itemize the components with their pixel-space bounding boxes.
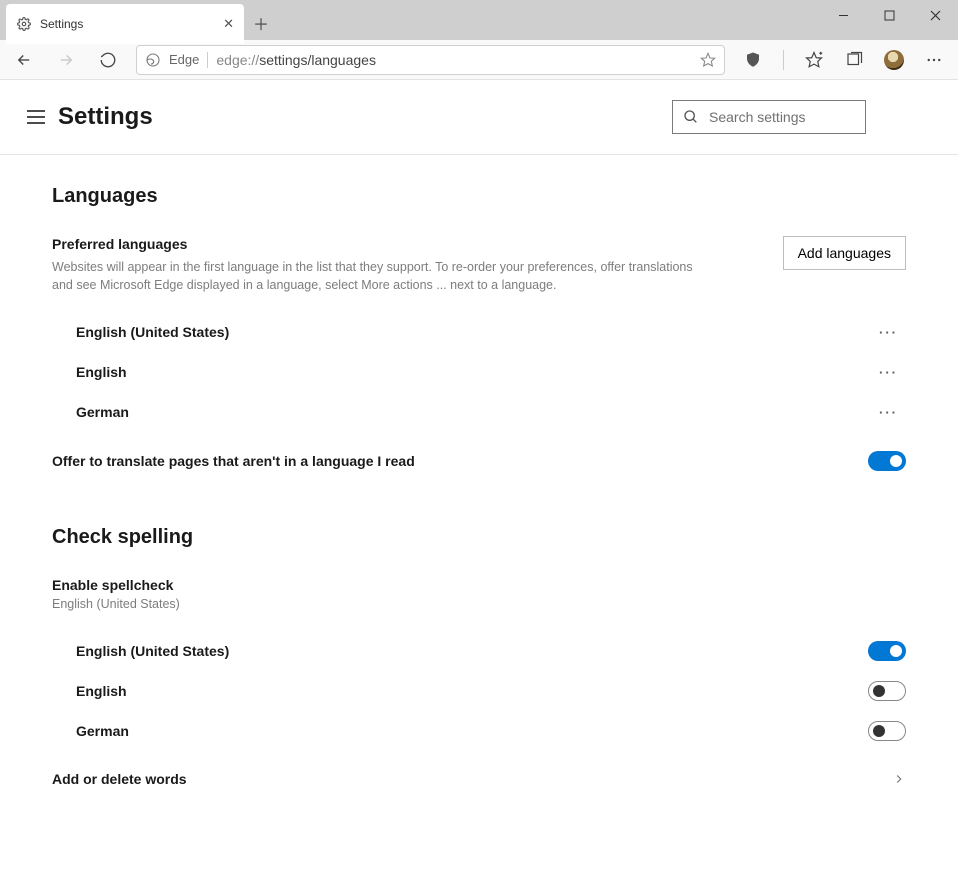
toolbar-right (739, 46, 948, 74)
search-icon (683, 109, 699, 125)
menu-icon[interactable] (20, 101, 52, 133)
address-separator (207, 52, 208, 68)
languages-section-title: Languages (52, 185, 906, 208)
tab-title: Settings (40, 17, 215, 31)
gear-icon (16, 16, 32, 32)
back-button[interactable] (10, 46, 38, 74)
window-titlebar: Settings ✕ ＋ (0, 0, 958, 40)
chevron-right-icon (892, 772, 906, 786)
collections-button[interactable] (840, 46, 868, 74)
spellcheck-toggle[interactable] (868, 681, 906, 701)
shield-icon[interactable] (739, 46, 767, 74)
spellcheck-language-name: German (76, 723, 129, 739)
browser-toolbar: Edge edge://settings/languages (0, 40, 958, 80)
spellcheck-language-name: English (76, 683, 127, 699)
settings-header: Settings (0, 80, 958, 155)
forward-button[interactable] (52, 46, 80, 74)
new-tab-button[interactable]: ＋ (244, 6, 278, 40)
spellcheck-row: English (52, 671, 906, 711)
preferred-languages-desc: Websites will appear in the first langua… (52, 258, 712, 294)
offer-translate-toggle[interactable] (868, 451, 906, 471)
add-languages-button[interactable]: Add languages (783, 236, 906, 270)
enable-spellcheck-heading: Enable spellcheck (52, 577, 906, 593)
check-spelling-title: Check spelling (52, 526, 906, 549)
page-title: Settings (58, 103, 153, 131)
add-delete-words-row[interactable]: Add or delete words (52, 757, 906, 801)
maximize-button[interactable] (866, 0, 912, 30)
spellcheck-row: German (52, 711, 906, 751)
spellcheck-toggle[interactable] (868, 641, 906, 661)
window-controls (820, 0, 958, 30)
toolbar-divider (783, 50, 784, 70)
site-identity-label: Edge (169, 52, 199, 67)
spellcheck-toggle[interactable] (868, 721, 906, 741)
spellcheck-row: English (United States) (52, 631, 906, 671)
url-text: edge://settings/languages (216, 52, 692, 68)
search-settings-input[interactable] (709, 109, 890, 125)
settings-content: Languages Preferred languages Websites w… (0, 155, 958, 801)
language-row: English ··· (52, 352, 906, 392)
refresh-button[interactable] (94, 46, 122, 74)
preferred-languages-list: English (United States) ··· English ··· … (52, 312, 906, 432)
minimize-button[interactable] (820, 0, 866, 30)
language-more-actions[interactable]: ··· (871, 321, 906, 344)
language-name: German (76, 404, 129, 420)
offer-translate-row: Offer to translate pages that aren't in … (52, 440, 906, 482)
enable-spellcheck-sub: English (United States) (52, 597, 906, 611)
more-menu-button[interactable] (920, 46, 948, 74)
spellcheck-language-name: English (United States) (76, 643, 229, 659)
language-row: English (United States) ··· (52, 312, 906, 352)
preferred-languages-heading: Preferred languages (52, 236, 712, 252)
add-delete-words-label: Add or delete words (52, 771, 187, 787)
profile-avatar[interactable] (880, 46, 908, 74)
language-more-actions[interactable]: ··· (871, 361, 906, 384)
language-name: English (United States) (76, 324, 229, 340)
favorite-star-icon[interactable] (700, 52, 716, 68)
browser-tab[interactable]: Settings ✕ (6, 4, 244, 44)
close-window-button[interactable] (912, 0, 958, 30)
spellcheck-list: English (United States) English German (52, 631, 906, 751)
edge-icon (145, 52, 161, 68)
language-row: German ··· (52, 392, 906, 432)
search-settings-box[interactable] (672, 100, 866, 134)
favorites-button[interactable] (800, 46, 828, 74)
address-bar[interactable]: Edge edge://settings/languages (136, 45, 725, 75)
language-more-actions[interactable]: ··· (871, 401, 906, 424)
offer-translate-label: Offer to translate pages that aren't in … (52, 453, 415, 469)
language-name: English (76, 364, 127, 380)
tab-close-icon[interactable]: ✕ (223, 16, 234, 32)
